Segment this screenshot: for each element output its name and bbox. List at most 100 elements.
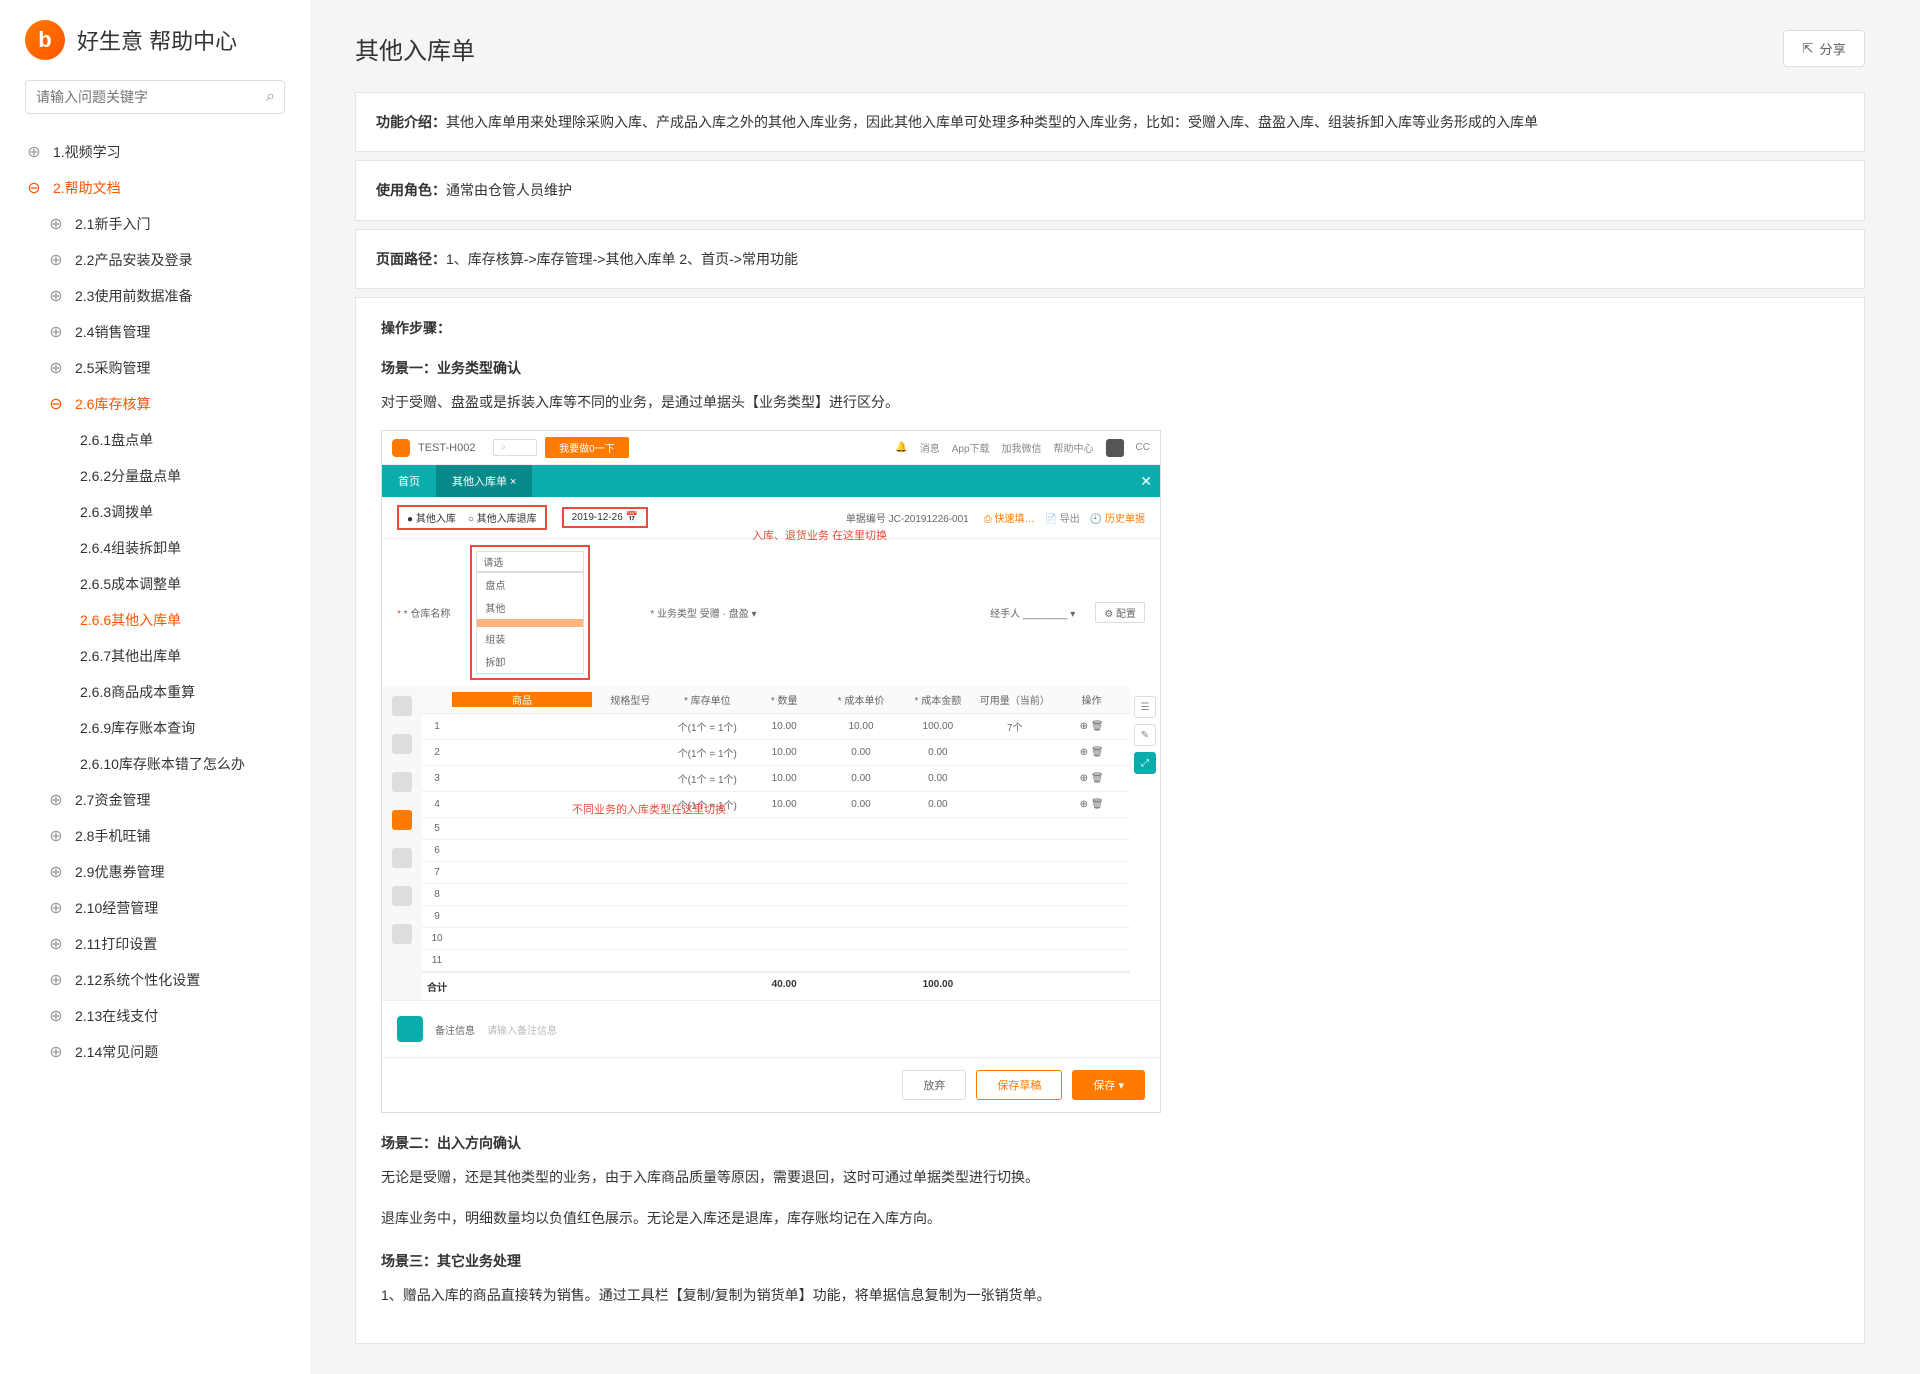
nav-2-8[interactable]: ⊕2.8手机旺铺 xyxy=(25,818,285,854)
ss-msg-icon: 🔔 xyxy=(895,442,907,453)
nav-2-6-6-current[interactable]: 2.6.6其他入库单 xyxy=(25,602,285,638)
sidebar: b 好生意 帮助中心 ⌕ ⊕1.视频学习 ⊖2.帮助文档 ⊕2.1新手入门 ⊕2… xyxy=(0,0,310,1374)
ss-type-radio: ● 其他入库○ 其他入库退库 xyxy=(397,505,547,530)
ss-annotation-2: 不同业务的入库类型在这里切换 xyxy=(572,801,726,817)
minus-icon: ⊖ xyxy=(47,395,65,413)
ss-account-code: TEST-H002 xyxy=(418,442,475,454)
share-icon: ⇱ xyxy=(1802,41,1813,57)
plus-icon: ⊕ xyxy=(47,359,65,377)
nav-2-3[interactable]: ⊕2.3使用前数据准备 xyxy=(25,278,285,314)
nav-1-video[interactable]: ⊕1.视频学习 xyxy=(25,134,285,170)
nav-2-13[interactable]: ⊕2.13在线支付 xyxy=(25,998,285,1034)
ss-note-input: 请输入备注信息 xyxy=(487,1022,1145,1037)
scene2-desc1: 无论是受赠，还是其他类型的业务，由于入库商品质量等原因，需要退回，这时可通过单据… xyxy=(381,1165,1839,1190)
nav-2-4[interactable]: ⊕2.4销售管理 xyxy=(25,314,285,350)
scene2-desc2: 退库业务中，明细数量均以负值红色展示。无论是入库还是退库，库存账均记在入库方向。 xyxy=(381,1206,1839,1231)
nav-2-6-1[interactable]: 2.6.1盘点单 xyxy=(25,422,285,458)
nav-2-2[interactable]: ⊕2.2产品安装及登录 xyxy=(25,242,285,278)
intro-text: 其他入库单用来处理除采购入库、产成品入库之外的其他入库业务，因此其他入库单可处理… xyxy=(446,114,1538,130)
plus-icon: ⊕ xyxy=(47,863,65,881)
nav-2-5[interactable]: ⊕2.5采购管理 xyxy=(25,350,285,386)
plus-icon: ⊕ xyxy=(47,1007,65,1025)
nav-2-6[interactable]: ⊖2.6库存核算 xyxy=(25,386,285,422)
main-content: 其他入库单 ⇱分享 功能介绍：其他入库单用来处理除采购入库、产成品入库之外的其他… xyxy=(310,0,1910,1374)
scene3-title: 场景三：其它业务处理 xyxy=(381,1251,1839,1271)
plus-icon: ⊕ xyxy=(47,827,65,845)
share-button[interactable]: ⇱分享 xyxy=(1783,30,1865,67)
nav-2-6-9[interactable]: 2.6.9库存账本查询 xyxy=(25,710,285,746)
ss-note-icon xyxy=(397,1016,423,1042)
path-label: 页面路径： xyxy=(376,251,446,267)
nav-2-1[interactable]: ⊕2.1新手入门 xyxy=(25,206,285,242)
screenshot-image: TEST-H002 ⌕ 我要做0一下 🔔消息 App下载 加我微信 帮助中心 C… xyxy=(381,430,1161,1113)
nav-2-6-3[interactable]: 2.6.3调拨单 xyxy=(25,494,285,530)
role-text: 通常由仓管人员维护 xyxy=(446,182,572,198)
steps-label: 操作步骤： xyxy=(381,318,1839,338)
plus-icon: ⊕ xyxy=(47,323,65,341)
ss-logo-icon xyxy=(392,439,410,457)
intro-label: 功能介绍： xyxy=(376,114,446,130)
scene1-title: 场景一：业务类型确认 xyxy=(381,358,1839,378)
role-box: 使用角色：通常由仓管人员维护 xyxy=(355,160,1865,220)
ss-save-btn: 保存 ▾ xyxy=(1072,1070,1145,1100)
scene1-desc: 对于受赠、盘盈或是拆装入库等不同的业务，是通过单据头【业务类型】进行区分。 xyxy=(381,390,1839,415)
minus-icon: ⊖ xyxy=(25,179,43,197)
ss-draft-btn: 保存草稿 xyxy=(976,1070,1062,1100)
ss-tool-icon: ⤢ xyxy=(1134,752,1156,774)
ss-cancel-btn: 放弃 xyxy=(902,1070,966,1100)
nav-2-6-10[interactable]: 2.6.10库存账本错了怎么办 xyxy=(25,746,285,782)
ss-avatar-icon xyxy=(1106,439,1124,457)
nav-2-6-2[interactable]: 2.6.2分量盘点单 xyxy=(25,458,285,494)
search-icon[interactable]: ⌕ xyxy=(266,88,275,106)
scene3-desc: 1、赠品入库的商品直接转为销售。通过工具栏【复制/复制为销货单】功能，将单据信息… xyxy=(381,1283,1839,1308)
nav-2-14[interactable]: ⊕2.14常见问题 xyxy=(25,1034,285,1070)
brand-title: 好生意 帮助中心 xyxy=(77,24,237,56)
plus-icon: ⊕ xyxy=(47,1043,65,1061)
path-text: 1、库存核算->库存管理->其他入库单 2、首页->常用功能 xyxy=(446,251,798,267)
nav-2-12[interactable]: ⊕2.12系统个性化设置 xyxy=(25,962,285,998)
intro-box: 功能介绍：其他入库单用来处理除采购入库、产成品入库之外的其他入库业务，因此其他入… xyxy=(355,92,1865,152)
nav-2-10[interactable]: ⊕2.10经营管理 xyxy=(25,890,285,926)
page-title: 其他入库单 xyxy=(355,31,475,66)
plus-icon: ⊕ xyxy=(47,251,65,269)
nav-2-6-8[interactable]: 2.6.8商品成本重算 xyxy=(25,674,285,710)
brand-row: b 好生意 帮助中心 xyxy=(25,20,285,60)
ss-side-icon xyxy=(392,810,412,830)
plus-icon: ⊕ xyxy=(25,143,43,161)
plus-icon: ⊕ xyxy=(47,899,65,917)
role-label: 使用角色： xyxy=(376,182,446,198)
nav-2-7[interactable]: ⊕2.7资金管理 xyxy=(25,782,285,818)
nav-2-6-5[interactable]: 2.6.5成本调整单 xyxy=(25,566,285,602)
ss-tab-current: 其他入库单 × xyxy=(436,465,532,497)
ss-doc-number: 单据编号 JC-20191226-001 xyxy=(846,510,969,525)
ss-search: ⌕ xyxy=(493,439,537,456)
search-box: ⌕ xyxy=(25,80,285,114)
ss-promo-btn: 我要做0一下 xyxy=(545,437,629,458)
plus-icon: ⊕ xyxy=(47,215,65,233)
path-box: 页面路径：1、库存核算->库存管理->其他入库单 2、首页->常用功能 xyxy=(355,229,1865,289)
ss-close-icon: ✕ xyxy=(1140,473,1152,490)
ss-biz-type-dropdown: 请选 盘点 其他 组装 拆卸 xyxy=(470,545,590,680)
ss-side-icon xyxy=(392,696,412,716)
ss-side-icon xyxy=(392,886,412,906)
ss-tab-home: 首页 xyxy=(382,465,436,497)
ss-side-icon xyxy=(392,848,412,868)
nav-2-docs[interactable]: ⊖2.帮助文档 xyxy=(25,170,285,206)
ss-side-icon xyxy=(392,734,412,754)
nav-2-6-4[interactable]: 2.6.4组装拆卸单 xyxy=(25,530,285,566)
brand-logo: b xyxy=(25,20,65,60)
nav-2-6-7[interactable]: 2.6.7其他出库单 xyxy=(25,638,285,674)
scene2-title: 场景二：出入方向确认 xyxy=(381,1133,1839,1153)
nav-2-11[interactable]: ⊕2.11打印设置 xyxy=(25,926,285,962)
search-input[interactable] xyxy=(25,80,285,114)
content-box: 操作步骤： 场景一：业务类型确认 对于受赠、盘盈或是拆装入库等不同的业务，是通过… xyxy=(355,297,1865,1344)
ss-tool-icon: ✎ xyxy=(1134,724,1156,746)
ss-date: 2019-12-26 📅 xyxy=(562,507,648,528)
ss-side-icon xyxy=(392,772,412,792)
plus-icon: ⊕ xyxy=(47,971,65,989)
ss-tool-icon: ☰ xyxy=(1134,696,1156,718)
plus-icon: ⊕ xyxy=(47,791,65,809)
ss-side-icon xyxy=(392,924,412,944)
plus-icon: ⊕ xyxy=(47,287,65,305)
nav-2-9[interactable]: ⊕2.9优惠券管理 xyxy=(25,854,285,890)
